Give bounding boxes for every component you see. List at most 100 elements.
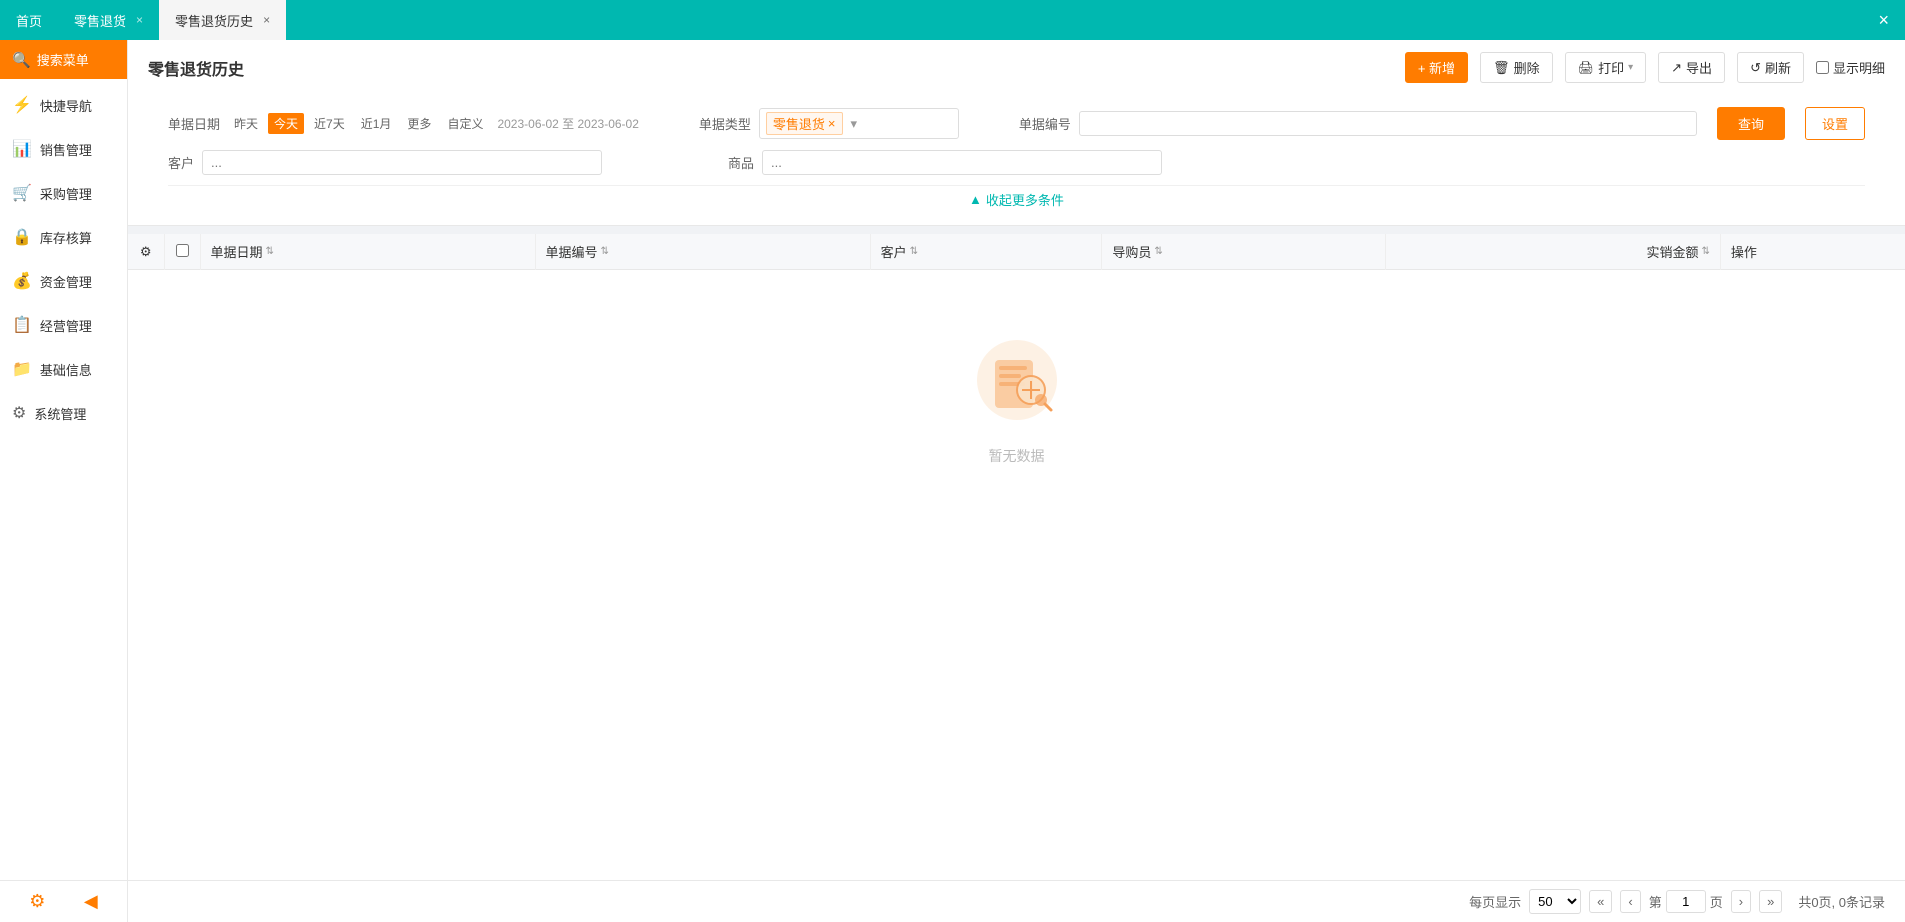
query-button[interactable]: 查询 (1717, 107, 1785, 140)
table-area: ⚙ 单据日期 ⇅ (128, 234, 1905, 922)
th-customer[interactable]: 客户 ⇅ (870, 234, 1102, 270)
query-button-label: 查询 (1738, 114, 1764, 133)
export-button-label: 导出 (1686, 58, 1712, 77)
first-page-button[interactable]: « (1589, 890, 1612, 913)
sidebar-item-quick-nav[interactable]: ⚡ 快捷导航 (0, 83, 127, 127)
th-guide-sort-icon: ⇅ (1154, 246, 1162, 257)
sidebar-item-purchase-mgmt-label: 采购管理 (40, 184, 92, 203)
sidebar-item-system-mgmt[interactable]: ⚙ 系统管理 (0, 391, 127, 435)
sidebar-item-inventory[interactable]: 🔒 库存核算 (0, 215, 127, 259)
select-all-checkbox[interactable] (176, 244, 189, 257)
date-opt-more[interactable]: 更多 (401, 113, 437, 134)
th-doc-no[interactable]: 单据编号 ⇅ (535, 234, 870, 270)
sidebar-search[interactable]: 🔍 搜索菜单 (0, 40, 127, 79)
date-opt-1month[interactable]: 近1月 (355, 113, 398, 134)
sidebar-item-operations[interactable]: 📋 经营管理 (0, 303, 127, 347)
doc-type-select[interactable]: 零售退货 × ▾ (759, 108, 959, 139)
date-opt-today[interactable]: 今天 (268, 113, 304, 134)
date-opt-7days[interactable]: 近7天 (308, 113, 351, 134)
sidebar-item-sales-mgmt[interactable]: 📊 销售管理 (0, 127, 127, 171)
th-action-label: 操作 (1731, 245, 1757, 260)
customer-input[interactable] (202, 150, 602, 175)
th-doc-date-sort-icon: ⇅ (266, 246, 274, 257)
refresh-icon: ↺ (1750, 60, 1761, 76)
pagination-bar: 每页显示 50 10 20 100 « ‹ 第 页 › » 共0页, 0条记录 (128, 880, 1905, 922)
tab-retail-return-label: 零售退货 (74, 11, 126, 30)
per-page-select[interactable]: 50 10 20 100 (1529, 889, 1581, 914)
th-amount-sort-icon: ⇅ (1701, 246, 1709, 257)
last-page-button[interactable]: » (1759, 890, 1782, 913)
refresh-button[interactable]: ↺ 刷新 (1737, 52, 1804, 83)
settings-button[interactable]: 设置 (1805, 107, 1865, 140)
new-button-label: + 新增 (1418, 58, 1455, 77)
system-mgmt-icon: ⚙ (12, 403, 26, 423)
table-container: ⚙ 单据日期 ⇅ (128, 234, 1905, 880)
export-button[interactable]: ↗ 导出 (1658, 52, 1725, 83)
date-opt-custom[interactable]: 自定义 (441, 113, 489, 134)
delete-button[interactable]: 🗑 删除 (1480, 52, 1553, 83)
th-settings[interactable]: ⚙ (128, 234, 164, 270)
settings-bottom-icon[interactable]: ⚙ (29, 891, 45, 912)
collapse-sidebar-icon[interactable]: ◀ (84, 891, 98, 912)
window-close-button[interactable]: × (1862, 0, 1905, 40)
search-icon: 🔍 (12, 51, 31, 69)
settings-button-label: 设置 (1822, 114, 1848, 133)
tab-home-label: 首页 (16, 11, 42, 30)
tab-home[interactable]: 首页 (0, 0, 58, 40)
th-doc-date-label: 单据日期 (211, 242, 263, 261)
filter-area: 单据日期 昨天 今天 近7天 近1月 更多 自定义 2023-06-02 至 2… (148, 95, 1885, 225)
next-page-button[interactable]: › (1731, 890, 1751, 913)
th-checkbox[interactable] (164, 234, 200, 270)
page-number-input[interactable] (1666, 890, 1706, 913)
tab-retail-return-history-label: 零售退货历史 (175, 11, 253, 30)
new-button[interactable]: + 新增 (1405, 52, 1468, 83)
tab-list: 首页 零售退货 × 零售退货历史 × (0, 0, 1862, 40)
show-detail-checkbox-label[interactable]: 显示明细 (1816, 58, 1885, 77)
date-options: 昨天 今天 近7天 近1月 更多 自定义 (228, 113, 489, 134)
tab-retail-return[interactable]: 零售退货 × (58, 0, 159, 40)
show-detail-label: 显示明细 (1833, 58, 1885, 77)
goods-input[interactable] (762, 150, 1162, 175)
doc-no-input[interactable] (1079, 111, 1697, 136)
tab-retail-return-history-close[interactable]: × (263, 13, 270, 27)
doc-no-filter-group: 单据编号 (1019, 111, 1697, 136)
page-unit: 页 (1710, 892, 1723, 911)
page-actions: + 新增 🗑 删除 🖨 打印 ▾ ↗ 导出 (1405, 52, 1885, 83)
th-amount[interactable]: 实销金额 ⇅ (1385, 234, 1720, 270)
empty-state-icon (967, 330, 1067, 430)
tab-retail-return-close[interactable]: × (136, 13, 143, 27)
sidebar-item-purchase-mgmt[interactable]: 🛒 采购管理 (0, 171, 127, 215)
top-bar: 首页 零售退货 × 零售退货历史 × × (0, 0, 1905, 40)
delete-button-label: 删除 (1514, 58, 1540, 77)
print-icon: 🖨 (1578, 60, 1595, 76)
sidebar-item-finance[interactable]: 💰 资金管理 (0, 259, 127, 303)
print-button[interactable]: 🖨 打印 ▾ (1565, 52, 1647, 83)
sidebar-item-system-mgmt-label: 系统管理 (34, 404, 86, 423)
th-guide-label: 导购员 (1112, 242, 1151, 261)
empty-text: 暂无数据 (989, 446, 1045, 466)
date-opt-yesterday[interactable]: 昨天 (228, 113, 264, 134)
th-doc-date[interactable]: 单据日期 ⇅ (200, 234, 535, 270)
data-table: ⚙ 单据日期 ⇅ (128, 234, 1905, 270)
table-head: ⚙ 单据日期 ⇅ (128, 234, 1905, 270)
column-settings-icon[interactable]: ⚙ (140, 244, 152, 259)
main-layout: 🔍 搜索菜单 ⚡ 快捷导航 📊 销售管理 🛒 采购管理 🔒 库存核算 💰 (0, 40, 1905, 922)
page-label: 第 (1649, 892, 1662, 911)
page-title-row: 零售退货历史 + 新增 🗑 删除 🖨 打印 ▾ ↗ (148, 52, 1885, 83)
show-detail-checkbox[interactable] (1816, 61, 1829, 74)
doc-type-tag-close[interactable]: × (828, 116, 836, 131)
sidebar-search-label: 搜索菜单 (37, 50, 89, 69)
sidebar-item-basic-info[interactable]: 📁 基础信息 (0, 347, 127, 391)
th-customer-label: 客户 (881, 242, 907, 261)
sidebar-item-operations-label: 经营管理 (40, 316, 92, 335)
th-action: 操作 (1720, 234, 1905, 270)
th-guide[interactable]: 导购员 ⇅ (1102, 234, 1385, 270)
collapse-button[interactable]: ▲ 收起更多条件 (168, 185, 1865, 213)
page-title: 零售退货历史 (148, 56, 244, 80)
quick-nav-icon: ⚡ (12, 95, 32, 115)
prev-page-button[interactable]: ‹ (1620, 890, 1640, 913)
customer-label: 客户 (168, 153, 194, 172)
tab-retail-return-history[interactable]: 零售退货历史 × (159, 0, 286, 40)
print-button-label: 打印 (1598, 58, 1624, 77)
sales-mgmt-icon: 📊 (12, 139, 32, 159)
